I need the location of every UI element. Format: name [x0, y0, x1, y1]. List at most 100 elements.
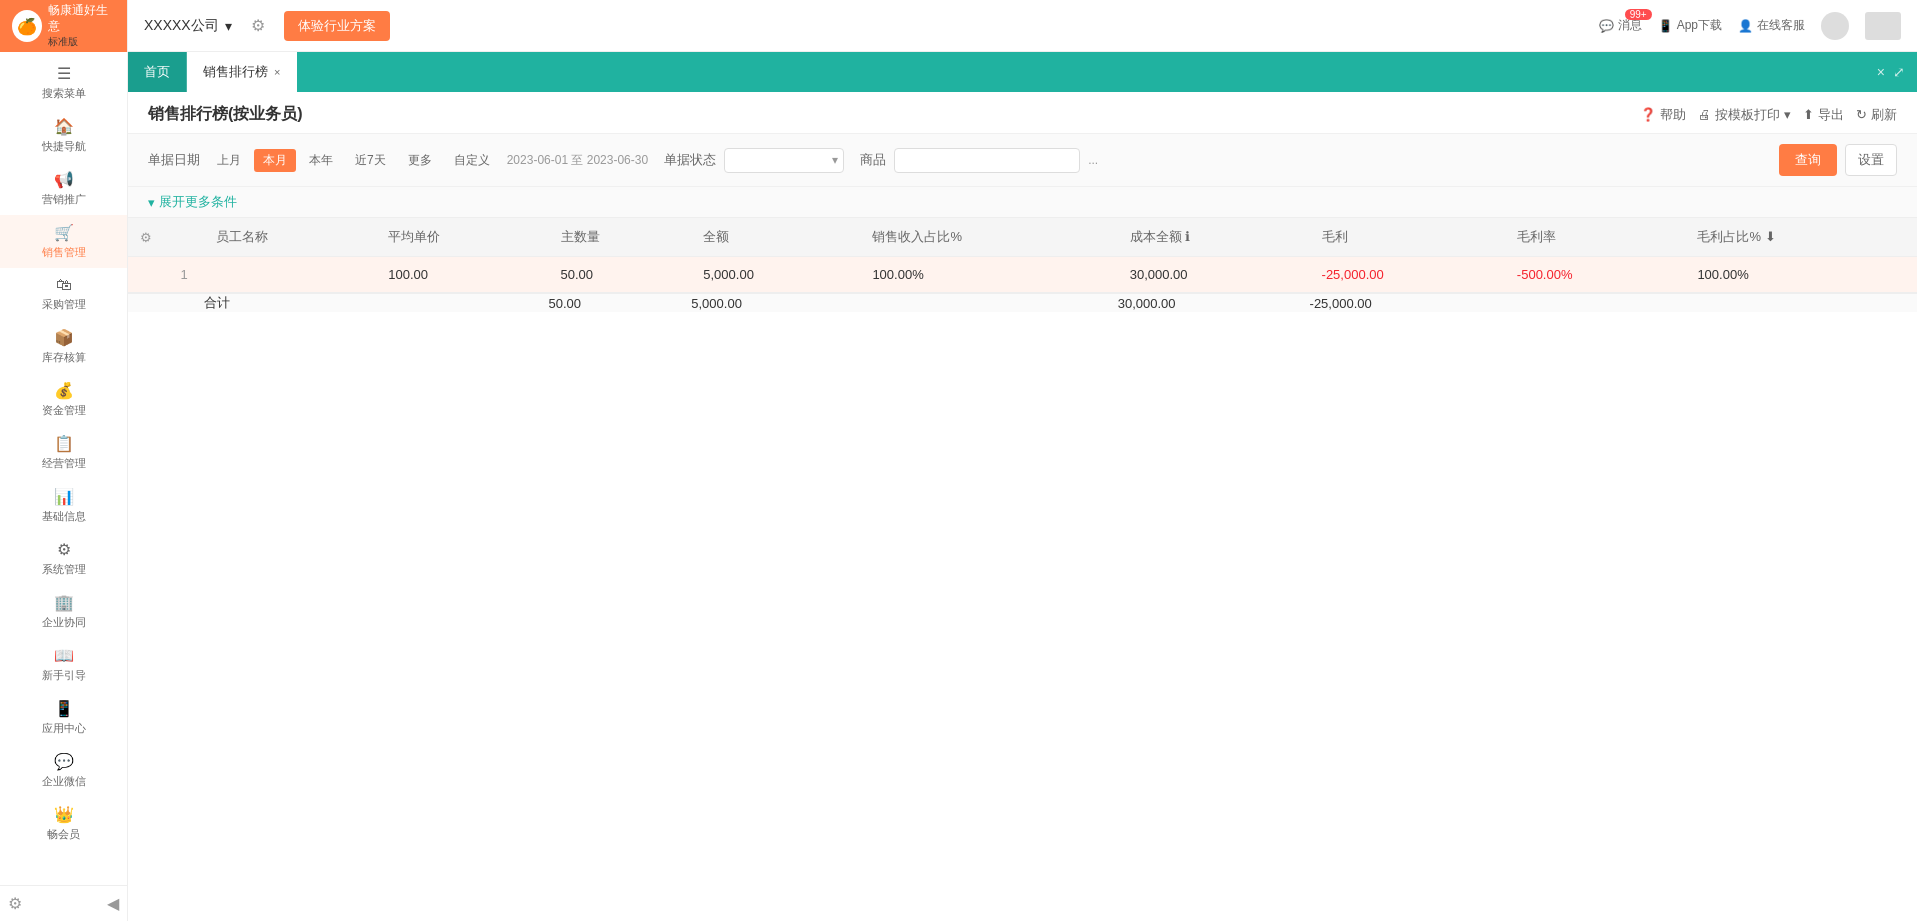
row-gross-pct: 100.00%	[1685, 257, 1917, 294]
app-download-btn[interactable]: 📱 App下载	[1658, 17, 1722, 34]
col-gross-pct: 毛利占比% ⬇	[1685, 218, 1917, 257]
message-badge: 99+	[1625, 9, 1652, 20]
nav-icon-marketing: 📢	[54, 170, 74, 189]
date-tab-近7天[interactable]: 近7天	[346, 149, 395, 172]
company-name: XXXXX公司	[144, 17, 219, 35]
sidebar-settings-icon[interactable]: ⚙	[8, 894, 22, 913]
goods-more-btn[interactable]: ...	[1088, 153, 1098, 167]
refresh-icon: ↻	[1856, 107, 1867, 122]
export-btn[interactable]: ⬆ 导出	[1803, 106, 1844, 124]
nav-icon-basic: 📊	[54, 487, 74, 506]
online-service-label: 在线客服	[1757, 17, 1805, 34]
settings-btn[interactable]: 设置	[1845, 144, 1897, 176]
date-tab-本年[interactable]: 本年	[300, 149, 342, 172]
user-name-btn[interactable]	[1865, 12, 1901, 40]
sidebar-item-search[interactable]: ☰ 搜索菜单	[0, 56, 127, 109]
print-btn[interactable]: 🖨 按模板打印 ▾	[1698, 106, 1791, 124]
nav-label-guide: 新手引导	[42, 668, 86, 683]
sidebar-item-finance[interactable]: 💰 资金管理	[0, 373, 127, 426]
topbar-settings-btn[interactable]: ⚙	[244, 12, 272, 40]
table-footer: 合计 50.00 5,000.00 30,000.00 -25,000.00	[128, 293, 1917, 312]
date-tab-更多[interactable]: 更多	[399, 149, 441, 172]
page-content: 销售排行榜(按业务员) ❓ 帮助 🖨 按模板打印 ▾ ⬆ 导出 ↻ 刷新	[128, 92, 1917, 921]
goods-input[interactable]	[894, 148, 1080, 173]
logo-icon: 🍊	[12, 10, 42, 42]
total-row: 合计 50.00 5,000.00 30,000.00 -25,000.00	[128, 293, 1917, 312]
col-settings[interactable]: ⚙	[128, 218, 164, 257]
sales-table: ⚙ 员工名称 平均单价 主数量 全额 销售收入占比% 成本全额 ℹ 毛利 毛利率…	[128, 218, 1917, 312]
sidebar-item-apps[interactable]: 📱 应用中心	[0, 691, 127, 744]
tab-close-icon[interactable]: ×	[274, 66, 280, 78]
status-select[interactable]	[724, 148, 844, 173]
trial-button[interactable]: 体验行业方案	[284, 11, 390, 41]
date-range-text: 2023-06-01 至 2023-06-30	[507, 152, 648, 169]
topbar-right: 💬 消息 99+ 📱 App下载 👤 在线客服	[1599, 12, 1901, 40]
query-btn[interactable]: 查询	[1779, 144, 1837, 176]
company-selector[interactable]: XXXXX公司 ▾	[144, 17, 232, 35]
goods-filter-label: 商品	[860, 151, 886, 169]
row-gross: -25,000.00	[1310, 257, 1505, 294]
sidebar-item-member[interactable]: 👑 畅会员	[0, 797, 127, 850]
message-btn[interactable]: 💬 消息 99+	[1599, 17, 1642, 34]
sidebar-item-operations[interactable]: 📋 经营管理	[0, 426, 127, 479]
expand-conditions-row: ▾ 展开更多条件	[128, 187, 1917, 218]
sidebar-item-sales[interactable]: 🛒 销售管理	[0, 215, 127, 268]
sidebar-item-marketing[interactable]: 📢 营销推广	[0, 162, 127, 215]
sidebar-item-enterprise[interactable]: 🏢 企业协同	[0, 585, 127, 638]
sidebar-item-system[interactable]: ⚙ 系统管理	[0, 532, 127, 585]
nav-label-quick-nav: 快捷导航	[42, 139, 86, 154]
help-icon: ❓	[1640, 107, 1656, 122]
nav-label-sales: 销售管理	[42, 245, 86, 260]
goods-filter-group: 商品 ...	[860, 148, 1098, 173]
expand-icon: ▾	[148, 195, 155, 210]
refresh-btn[interactable]: ↻ 刷新	[1856, 106, 1897, 124]
date-tab-上月[interactable]: 上月	[208, 149, 250, 172]
nav-label-purchase: 采购管理	[42, 297, 86, 312]
main-area: XXXXX公司 ▾ ⚙ 体验行业方案 💬 消息 99+ 📱 App下载 👤 在线…	[128, 0, 1917, 921]
total-settings	[128, 293, 164, 312]
date-tab-自定义[interactable]: 自定义	[445, 149, 499, 172]
nav-icon-inventory: 📦	[54, 328, 74, 347]
help-btn[interactable]: ❓ 帮助	[1640, 106, 1686, 124]
nav-icon-quick-nav: 🏠	[54, 117, 74, 136]
filter-bar: 单据日期 上月本月本年近7天更多自定义 2023-06-01 至 2023-06…	[128, 134, 1917, 187]
sidebar-item-guide[interactable]: 📖 新手引导	[0, 638, 127, 691]
print-icon: 🖨	[1698, 107, 1711, 122]
sidebar-item-inventory[interactable]: 📦 库存核算	[0, 320, 127, 373]
window-max-icon[interactable]: ⤢	[1893, 64, 1905, 80]
tab-sales-ranking[interactable]: 销售排行榜 ×	[187, 52, 297, 92]
sidebar-collapse-icon[interactable]: ◀	[107, 894, 119, 913]
window-close-icon[interactable]: ×	[1877, 64, 1885, 80]
status-filter-label: 单据状态	[664, 151, 716, 169]
col-gross: 毛利	[1310, 218, 1505, 257]
page-header: 销售排行榜(按业务员) ❓ 帮助 🖨 按模板打印 ▾ ⬆ 导出 ↻ 刷新	[128, 92, 1917, 134]
date-tab-本月[interactable]: 本月	[254, 149, 296, 172]
sidebar-item-wechat[interactable]: 💬 企业微信	[0, 744, 127, 797]
nav-label-system: 系统管理	[42, 562, 86, 577]
col-cost: 成本全额 ℹ	[1118, 218, 1310, 257]
user-avatar[interactable]	[1821, 12, 1849, 40]
sidebar-item-quick-nav[interactable]: 🏠 快捷导航	[0, 109, 127, 162]
page-actions: ❓ 帮助 🖨 按模板打印 ▾ ⬆ 导出 ↻ 刷新	[1640, 106, 1897, 124]
nav-label-search: 搜索菜单	[42, 86, 86, 101]
table-container: ⚙ 员工名称 平均单价 主数量 全额 销售收入占比% 成本全额 ℹ 毛利 毛利率…	[128, 218, 1917, 312]
sidebar-item-basic[interactable]: 📊 基础信息	[0, 479, 127, 532]
tab-spacer	[297, 52, 1864, 92]
expand-conditions-btn[interactable]: ▾ 展开更多条件	[128, 187, 1917, 217]
sidebar-item-purchase[interactable]: 🛍 采购管理	[0, 268, 127, 320]
nav-icon-purchase: 🛍	[56, 276, 72, 294]
nav-label-inventory: 库存核算	[42, 350, 86, 365]
total-qty: 50.00	[549, 293, 692, 312]
company-dropdown-icon: ▾	[225, 18, 232, 34]
table-row: 1 100.00 50.00 5,000.00 100.00% 30,000.0…	[128, 257, 1917, 294]
row-sales-pct: 100.00%	[860, 257, 1117, 294]
nav-label-finance: 资金管理	[42, 403, 86, 418]
tab-home[interactable]: 首页	[128, 52, 187, 92]
nav-label-basic: 基础信息	[42, 509, 86, 524]
col-avg-price: 平均单价	[376, 218, 548, 257]
nav-icon-wechat: 💬	[54, 752, 74, 771]
table-header: ⚙ 员工名称 平均单价 主数量 全额 销售收入占比% 成本全额 ℹ 毛利 毛利率…	[128, 218, 1917, 257]
online-service-btn[interactable]: 👤 在线客服	[1738, 17, 1805, 34]
app-icon: 📱	[1658, 19, 1673, 33]
row-avg-price: 100.00	[376, 257, 548, 294]
